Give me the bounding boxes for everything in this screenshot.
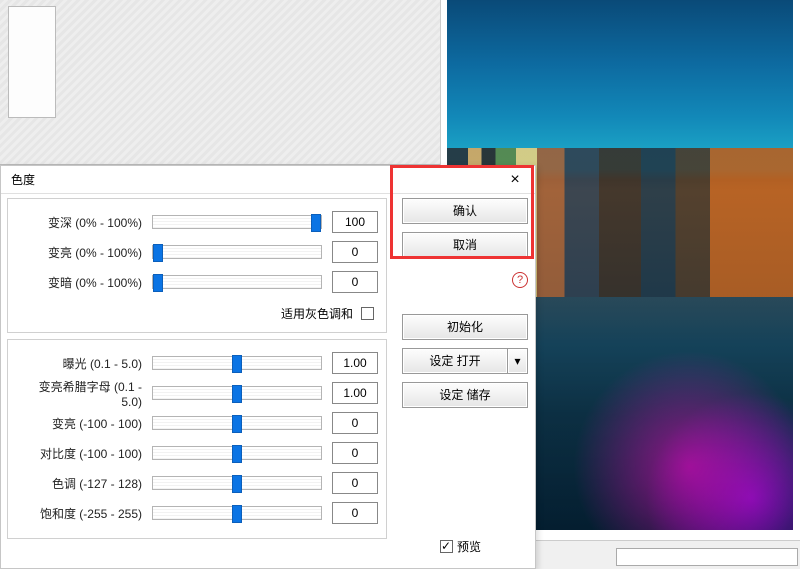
dialog-title: 色度 xyxy=(11,171,35,188)
slider-value-input[interactable]: 0 xyxy=(332,412,378,434)
ok-button[interactable]: 确认 xyxy=(402,198,528,224)
slider-value-input[interactable]: 100 xyxy=(332,211,378,233)
slider-row: 变暗 (0% - 100%) 0 xyxy=(16,267,378,297)
slider-value-input[interactable]: 0 xyxy=(332,442,378,464)
slider-track[interactable] xyxy=(152,416,322,430)
preview-checkbox-label: 预览 xyxy=(457,538,481,555)
slider-label: 变深 (0% - 100%) xyxy=(16,214,152,231)
slider-row: 对比度 (-100 - 100) 0 xyxy=(16,438,378,468)
slider-track[interactable] xyxy=(152,446,322,460)
slider-value-input[interactable]: 1.00 xyxy=(332,352,378,374)
slider-thumb[interactable] xyxy=(232,385,242,403)
slider-track[interactable] xyxy=(152,356,322,370)
slider-label: 对比度 (-100 - 100) xyxy=(16,445,152,462)
path-input[interactable] xyxy=(616,548,798,566)
close-icon: × xyxy=(510,171,519,189)
slider-value-input[interactable]: 1.00 xyxy=(332,382,378,404)
slider-panel-top: 变深 (0% - 100%) 100 变亮 (0% - 100%) 0 变暗 (… xyxy=(7,198,387,333)
slider-row: 曝光 (0.1 - 5.0) 1.00 xyxy=(16,348,378,378)
settings-open-row: 设定 打开 ▾ xyxy=(402,348,528,374)
slider-track[interactable] xyxy=(152,215,322,229)
settings-open-dropdown[interactable]: ▾ xyxy=(508,348,528,374)
slider-row: 变亮希腊字母 (0.1 - 5.0) 1.00 xyxy=(16,378,378,408)
slider-label: 变暗 (0% - 100%) xyxy=(16,274,152,291)
gray-tone-row: 适用灰色调和 xyxy=(16,305,378,322)
settings-save-button[interactable]: 设定 储存 xyxy=(402,382,528,408)
slider-label: 变亮希腊字母 (0.1 - 5.0) xyxy=(16,378,152,409)
slider-row: 变亮 (-100 - 100) 0 xyxy=(16,408,378,438)
slider-track[interactable] xyxy=(152,386,322,400)
dialog-button-column: 确认 取消 初始化 设定 打开 ▾ 设定 储存 xyxy=(402,198,528,408)
chevron-down-icon: ▾ xyxy=(514,354,520,368)
slider-thumb[interactable] xyxy=(153,274,163,292)
slider-panel-bottom: 曝光 (0.1 - 5.0) 1.00 变亮希腊字母 (0.1 - 5.0) 1… xyxy=(7,339,387,539)
slider-track[interactable] xyxy=(152,506,322,520)
slider-value-input[interactable]: 0 xyxy=(332,502,378,524)
slider-value-input[interactable]: 0 xyxy=(332,241,378,263)
gray-tone-checkbox[interactable] xyxy=(361,307,374,320)
slider-thumb[interactable] xyxy=(232,415,242,433)
slider-thumb[interactable] xyxy=(232,475,242,493)
slider-label: 色调 (-127 - 128) xyxy=(16,475,152,492)
cancel-button[interactable]: 取消 xyxy=(402,232,528,258)
slider-thumb[interactable] xyxy=(232,445,242,463)
slider-row: 饱和度 (-255 - 255) 0 xyxy=(16,498,378,528)
slider-track[interactable] xyxy=(152,275,322,289)
slider-track[interactable] xyxy=(152,476,322,490)
slider-row: 色调 (-127 - 128) 0 xyxy=(16,468,378,498)
slider-value-input[interactable]: 0 xyxy=(332,472,378,494)
slider-row: 变亮 (0% - 100%) 0 xyxy=(16,237,378,267)
slider-thumb[interactable] xyxy=(232,355,242,373)
thumbnail-strip xyxy=(8,6,56,118)
close-button[interactable]: × xyxy=(495,166,535,194)
slider-label: 变亮 (-100 - 100) xyxy=(16,415,152,432)
gray-tone-label: 适用灰色调和 xyxy=(281,305,353,322)
slider-thumb[interactable] xyxy=(311,214,321,232)
dialog-titlebar: 色度 × xyxy=(1,166,535,194)
slider-label: 变亮 (0% - 100%) xyxy=(16,244,152,261)
slider-value-input[interactable]: 0 xyxy=(332,271,378,293)
slider-row: 变深 (0% - 100%) 100 xyxy=(16,207,378,237)
init-button[interactable]: 初始化 xyxy=(402,314,528,340)
slider-label: 饱和度 (-255 - 255) xyxy=(16,505,152,522)
help-icon[interactable]: ? xyxy=(512,272,528,288)
slider-thumb[interactable] xyxy=(232,505,242,523)
slider-thumb[interactable] xyxy=(153,244,163,262)
preview-checkbox-row: 预览 xyxy=(436,538,481,555)
settings-open-button[interactable]: 设定 打开 xyxy=(402,348,508,374)
slider-label: 曝光 (0.1 - 5.0) xyxy=(16,355,152,372)
slider-track[interactable] xyxy=(152,245,322,259)
preview-checkbox[interactable] xyxy=(440,540,453,553)
